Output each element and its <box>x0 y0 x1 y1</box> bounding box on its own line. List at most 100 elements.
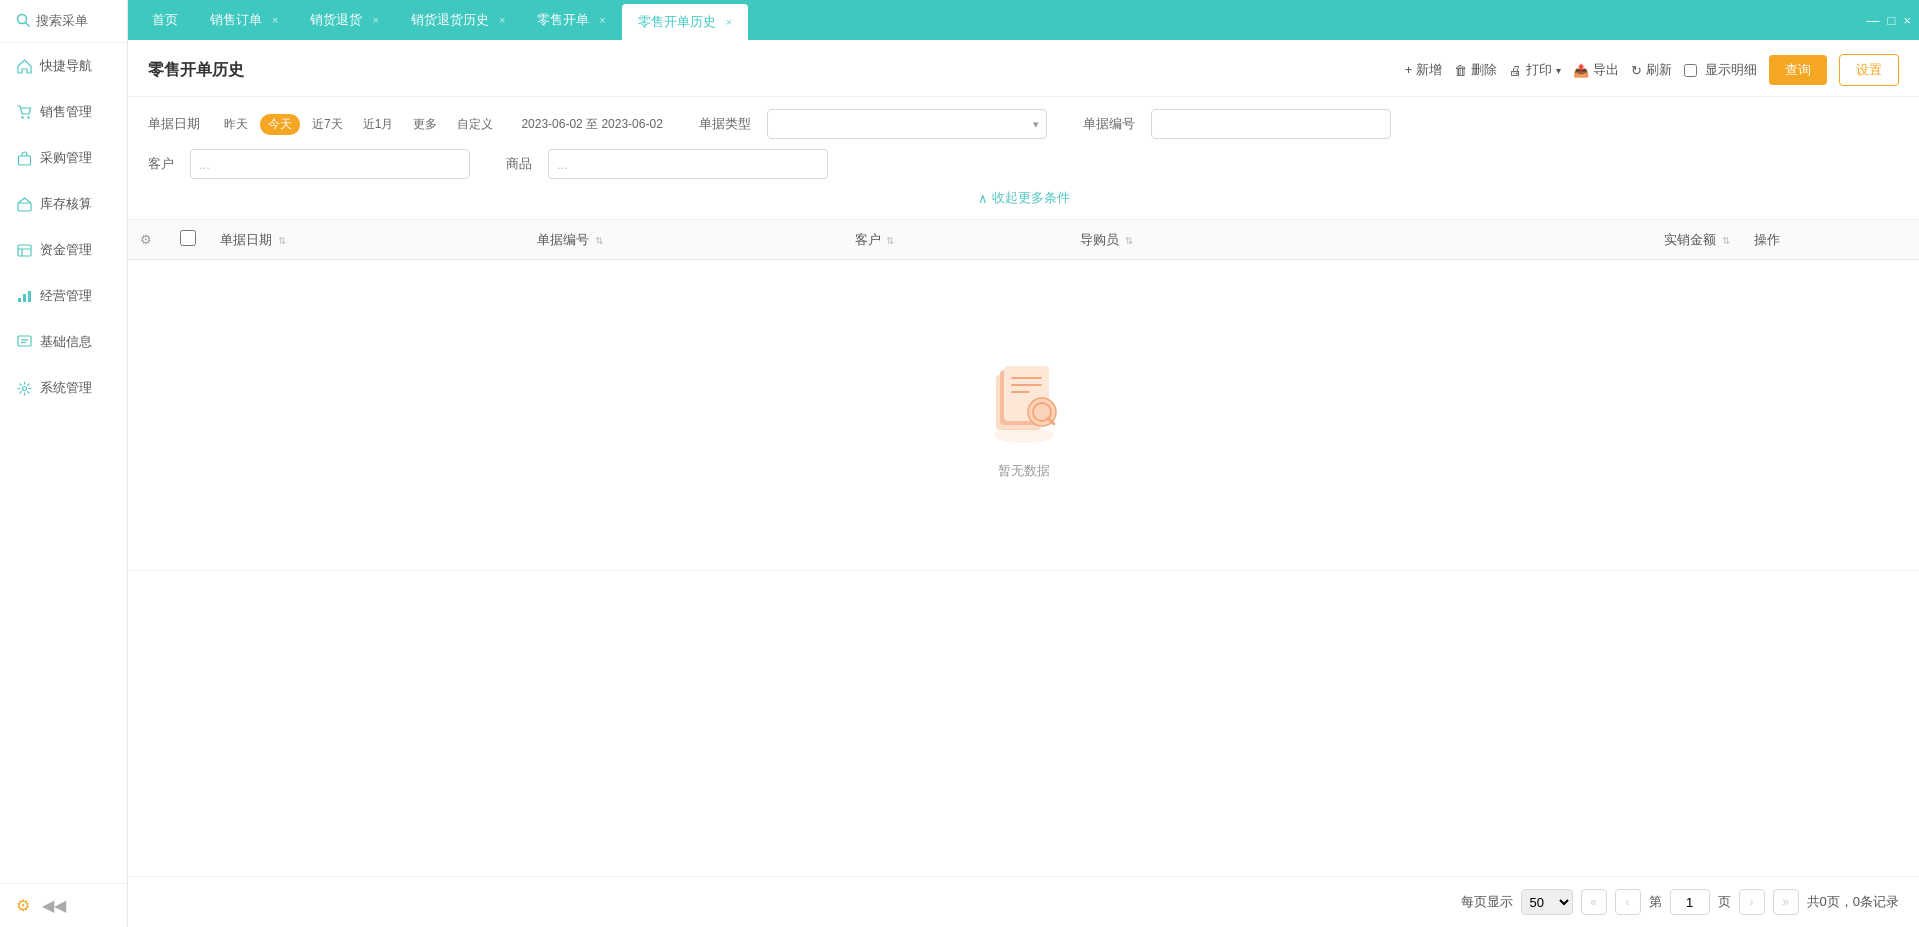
delete-button[interactable]: 🗑 删除 <box>1454 61 1497 79</box>
col-order-no-sort[interactable]: ⇅ <box>595 235 603 246</box>
tab-retail-history-label: 零售开单历史 <box>638 13 716 31</box>
col-order-no-label: 单据编号 <box>537 232 589 247</box>
tab-sales-return-history-close[interactable]: × <box>499 14 505 26</box>
order-no-input[interactable] <box>1151 109 1391 139</box>
filter-row-1: 单据日期 昨天 今天 近7天 近1月 更多 自定义 2023-06-02 至 2… <box>148 109 1899 139</box>
info-icon <box>16 334 32 350</box>
col-order-no: 单据编号 ⇅ <box>525 220 842 260</box>
tab-sales-order-label: 销售订单 <box>210 11 262 29</box>
date-btn-custom[interactable]: 自定义 <box>449 114 501 135</box>
print-button[interactable]: 🖨 打印 ▾ <box>1509 61 1561 79</box>
query-button[interactable]: 查询 <box>1769 55 1827 85</box>
col-customer: 客户 ⇅ <box>843 220 1068 260</box>
col-guide-sort[interactable]: ⇅ <box>1125 235 1133 246</box>
col-amount-sort[interactable]: ⇅ <box>1722 235 1730 246</box>
tab-sales-return[interactable]: 销货退货 × <box>294 0 394 40</box>
sidebar-item-label: 经营管理 <box>40 287 92 305</box>
collapse-icon[interactable]: ◀◀ <box>42 896 66 915</box>
col-amount-label: 实销金额 <box>1664 232 1716 247</box>
svg-rect-6 <box>18 245 31 256</box>
refresh-icon: ↻ <box>1631 63 1642 78</box>
settings-bottom-icon[interactable]: ⚙ <box>16 896 30 915</box>
sidebar-item-basic-info[interactable]: 基础信息 <box>0 319 127 365</box>
main-area: 首页 销售订单 × 销货退货 × 销货退货历史 × 零售开单 × 零售开单历史 … <box>128 0 1919 927</box>
svg-point-3 <box>27 116 29 118</box>
collapse-label: 收起更多条件 <box>992 189 1070 207</box>
page-word: 第 <box>1649 893 1662 911</box>
svg-point-2 <box>21 116 23 118</box>
data-table: ⚙ 单据日期 ⇅ 单据编号 ⇅ <box>128 220 1919 571</box>
page-size-label: 每页显示 <box>1461 893 1513 911</box>
filter-area: 单据日期 昨天 今天 近7天 近1月 更多 自定义 2023-06-02 至 2… <box>128 97 1919 220</box>
tab-retail-history-close[interactable]: × <box>726 16 732 28</box>
sidebar-item-quick-nav[interactable]: 快捷导航 <box>0 43 127 89</box>
date-btn-7days[interactable]: 近7天 <box>304 114 351 135</box>
col-customer-sort[interactable]: ⇅ <box>886 235 894 246</box>
settings-button[interactable]: 设置 <box>1839 54 1899 86</box>
sidebar-item-purchase-mgmt[interactable]: 采购管理 <box>0 135 127 181</box>
tab-retail-open[interactable]: 零售开单 × <box>521 0 621 40</box>
refresh-button[interactable]: ↻ 刷新 <box>1631 61 1672 79</box>
empty-illustration <box>974 350 1074 450</box>
svg-rect-4 <box>18 156 30 165</box>
next-page-btn[interactable]: › <box>1739 889 1765 915</box>
collapse-icon: ∧ <box>978 191 988 206</box>
col-date: 单据日期 ⇅ <box>208 220 525 260</box>
tab-retail-history[interactable]: 零售开单历史 × <box>622 4 748 40</box>
collapse-more-btn[interactable]: ∧ 收起更多条件 <box>978 189 1070 207</box>
tab-sales-return-close[interactable]: × <box>372 14 378 26</box>
date-btn-more[interactable]: 更多 <box>405 114 445 135</box>
customer-label: 客户 <box>148 155 174 173</box>
goods-label: 商品 <box>506 155 532 173</box>
tab-sales-order[interactable]: 销售订单 × <box>194 0 294 40</box>
page-size-select[interactable]: 50 10 20 100 <box>1521 889 1573 915</box>
tab-retail-open-close[interactable]: × <box>599 14 605 26</box>
first-page-btn[interactable]: « <box>1581 889 1607 915</box>
date-btn-yesterday[interactable]: 昨天 <box>216 114 256 135</box>
table-area: ⚙ 单据日期 ⇅ 单据编号 ⇅ <box>128 220 1919 876</box>
print-dropdown-icon: ▾ <box>1556 65 1561 76</box>
table-settings-icon[interactable]: ⚙ <box>140 232 152 247</box>
date-btn-today[interactable]: 今天 <box>260 114 300 135</box>
display-checkbox[interactable]: 显示明细 <box>1684 61 1757 79</box>
type-select[interactable] <box>767 109 1047 139</box>
box-icon <box>16 150 32 166</box>
goods-input[interactable] <box>548 149 828 179</box>
svg-point-13 <box>22 386 26 390</box>
home-icon <box>16 58 32 74</box>
tab-home[interactable]: 首页 <box>136 0 194 40</box>
tab-sales-order-close[interactable]: × <box>272 14 278 26</box>
sidebar-item-label: 快捷导航 <box>40 57 92 75</box>
toolbar: + 新增 🗑 删除 🖨 打印 ▾ 📤 导出 ↻ 刷新 <box>1405 54 1899 86</box>
export-button[interactable]: 📤 导出 <box>1573 61 1619 79</box>
total-label: 共0页，0条记录 <box>1807 893 1899 911</box>
add-label: + 新增 <box>1405 61 1442 79</box>
col-date-sort[interactable]: ⇅ <box>278 235 286 246</box>
date-btn-1month[interactable]: 近1月 <box>355 114 402 135</box>
sidebar-item-sales-mgmt[interactable]: 销售管理 <box>0 89 127 135</box>
add-button[interactable]: + 新增 <box>1405 61 1442 79</box>
col-amount: 实销金额 ⇅ <box>1424 220 1741 260</box>
display-checkbox-input[interactable] <box>1684 64 1697 77</box>
window-close-btn[interactable]: × <box>1903 13 1911 28</box>
sidebar-item-finance[interactable]: 资金管理 <box>0 227 127 273</box>
sidebar-item-system[interactable]: 系统管理 <box>0 365 127 411</box>
select-all-checkbox[interactable] <box>180 230 196 246</box>
sidebar-item-label: 库存核算 <box>40 195 92 213</box>
col-guide-label: 导购员 <box>1080 232 1119 247</box>
customer-input[interactable] <box>190 149 470 179</box>
page-number-input[interactable] <box>1670 889 1710 915</box>
print-icon: 🖨 <box>1509 63 1522 78</box>
tab-sales-return-label: 销货退货 <box>310 11 362 29</box>
window-max-btn[interactable]: □ <box>1888 13 1896 28</box>
page-title: 零售开单历史 <box>148 60 244 81</box>
window-min-btn[interactable]: — <box>1867 13 1880 28</box>
last-page-btn[interactable]: » <box>1773 889 1799 915</box>
gear-icon <box>16 380 32 396</box>
sidebar-item-inventory[interactable]: 库存核算 <box>0 181 127 227</box>
cart-icon <box>16 104 32 120</box>
sidebar-search[interactable]: 搜索采单 <box>0 0 127 43</box>
tab-sales-return-history[interactable]: 销货退货历史 × <box>395 0 521 40</box>
prev-page-btn[interactable]: ‹ <box>1615 889 1641 915</box>
sidebar-item-operation[interactable]: 经营管理 <box>0 273 127 319</box>
